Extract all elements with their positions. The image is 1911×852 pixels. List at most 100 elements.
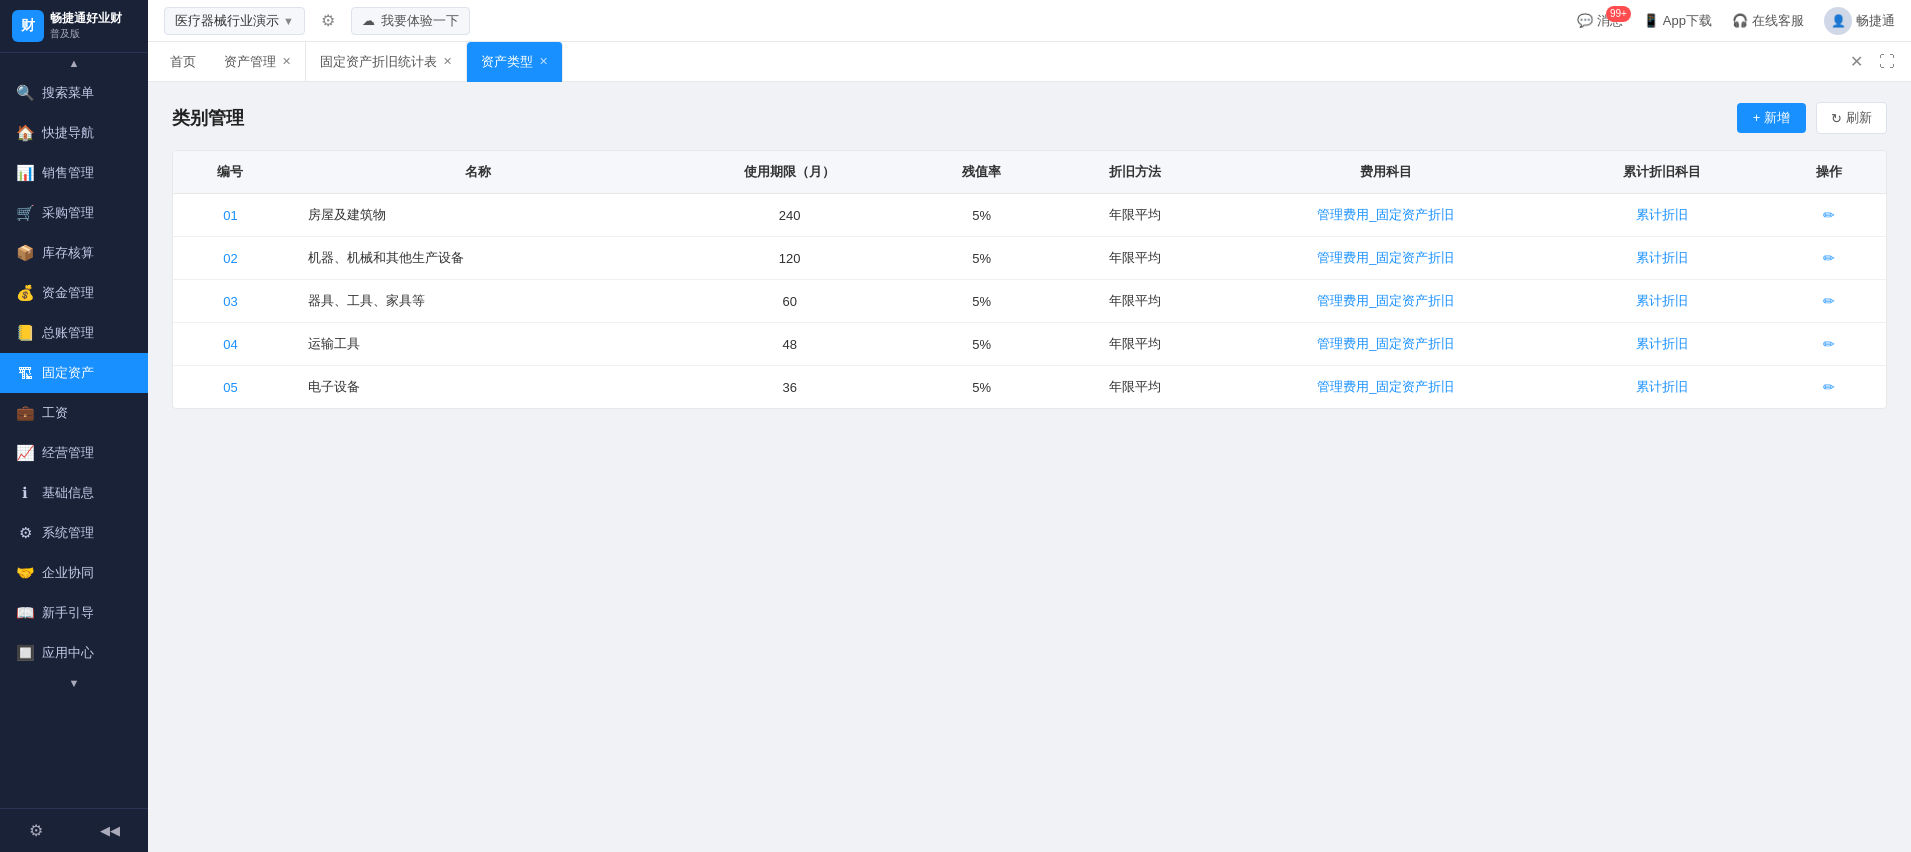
sidebar-item-label: 经营管理: [42, 444, 94, 462]
cell-accumulated: 累计折旧: [1553, 366, 1771, 409]
operations-icon: 📈: [16, 444, 34, 462]
col-name: 名称: [288, 151, 668, 194]
user-label: 畅捷通: [1856, 12, 1895, 30]
logo-main-text: 畅捷通好业财: [50, 11, 122, 27]
tab-fixed-asset-depreciation[interactable]: 固定资产折旧统计表 ✕: [306, 42, 467, 82]
sidebar-item-label: 基础信息: [42, 484, 94, 502]
sidebar-item-enterprise[interactable]: 🤝 企业协同: [0, 553, 148, 593]
refresh-button[interactable]: ↻ 刷新: [1816, 102, 1887, 134]
content-area: 类别管理 + 新增 ↻ 刷新 编号 名称 使用期限（月） 残值率 折旧方法: [148, 82, 1911, 852]
cell-action: ✏: [1771, 323, 1886, 366]
new-button[interactable]: + 新增: [1737, 103, 1806, 133]
experience-label: 我要体验一下: [381, 12, 459, 30]
sidebar-item-payroll[interactable]: 💼 工资: [0, 393, 148, 433]
search-icon: 🔍: [16, 84, 34, 102]
sidebar-item-ledger[interactable]: 📒 总账管理: [0, 313, 148, 353]
cloud-icon: ☁: [362, 13, 375, 28]
tab-fixed-asset-depreciation-label: 固定资产折旧统计表: [320, 53, 437, 71]
sidebar-item-fixed-assets[interactable]: 🏗 固定资产: [0, 353, 148, 393]
sidebar-item-inventory[interactable]: 📦 库存核算: [0, 233, 148, 273]
sales-icon: 📊: [16, 164, 34, 182]
edit-icon[interactable]: ✏: [1823, 293, 1835, 309]
cell-period: 48: [668, 323, 912, 366]
sidebar-bottom: ⚙ ◀◀: [0, 808, 148, 852]
cell-residual: 5%: [911, 323, 1052, 366]
tab-fixed-asset-depreciation-close-icon[interactable]: ✕: [443, 55, 452, 68]
sidebar-item-label: 工资: [42, 404, 68, 422]
customer-service-button[interactable]: 🎧 在线客服: [1732, 12, 1804, 30]
topbar-right: 💬 消息 99+ 📱 App下载 🎧 在线客服 👤 畅捷通: [1577, 7, 1895, 35]
page-header: 类别管理 + 新增 ↻ 刷新: [172, 102, 1887, 134]
sidebar-item-system[interactable]: ⚙ 系统管理: [0, 513, 148, 553]
experience-button[interactable]: ☁ 我要体验一下: [351, 7, 470, 35]
main-area: 医疗器械行业演示 ▼ ⚙ ☁ 我要体验一下 💬 消息 99+ 📱 App下载 🎧…: [148, 0, 1911, 852]
cell-expense: 管理费用_固定资产折旧: [1218, 366, 1553, 409]
funds-icon: 💰: [16, 284, 34, 302]
home-icon: 🏠: [16, 124, 34, 142]
col-action: 操作: [1771, 151, 1886, 194]
messages-button[interactable]: 💬 消息 99+: [1577, 12, 1623, 30]
cell-id: 05: [173, 366, 288, 409]
sidebar-item-app-center[interactable]: 🔲 应用中心: [0, 633, 148, 673]
tab-asset-type[interactable]: 资产类型 ✕: [467, 42, 563, 82]
topbar: 医疗器械行业演示 ▼ ⚙ ☁ 我要体验一下 💬 消息 99+ 📱 App下载 🎧…: [148, 0, 1911, 42]
sidebar-item-label: 系统管理: [42, 524, 94, 542]
basic-info-icon: ℹ: [16, 484, 34, 502]
table-row: 03 器具、工具、家具等 60 5% 年限平均 管理费用_固定资产折旧 累计折旧…: [173, 280, 1886, 323]
sidebar-item-basic-info[interactable]: ℹ 基础信息: [0, 473, 148, 513]
cell-period: 120: [668, 237, 912, 280]
tab-asset-management-label: 资产管理: [224, 53, 276, 71]
cell-period: 60: [668, 280, 912, 323]
cell-accumulated: 累计折旧: [1553, 323, 1771, 366]
logo-icon: 财: [12, 10, 44, 42]
sidebar-item-sales[interactable]: 📊 销售管理: [0, 153, 148, 193]
sidebar-item-label: 销售管理: [42, 164, 94, 182]
edit-icon[interactable]: ✏: [1823, 336, 1835, 352]
sidebar-item-search[interactable]: 🔍 搜索菜单: [0, 73, 148, 113]
tab-home-label: 首页: [170, 53, 196, 71]
cell-method: 年限平均: [1052, 323, 1218, 366]
fixed-assets-icon: 🏗: [16, 365, 34, 382]
sidebar-item-label: 快捷导航: [42, 124, 94, 142]
tab-expand-button[interactable]: ⛶: [1875, 51, 1899, 73]
customer-service-label: 在线客服: [1752, 12, 1804, 30]
enterprise-icon: 🤝: [16, 564, 34, 582]
table: 编号 名称 使用期限（月） 残值率 折旧方法 费用科目 累计折旧科目 操作 01…: [173, 151, 1886, 408]
sidebar-item-label: 库存核算: [42, 244, 94, 262]
app-download-button[interactable]: 📱 App下载: [1643, 12, 1712, 30]
tabs-right-actions: ✕ ⛶: [1846, 50, 1911, 73]
cell-method: 年限平均: [1052, 194, 1218, 237]
cell-method: 年限平均: [1052, 366, 1218, 409]
tab-home[interactable]: 首页: [156, 42, 210, 82]
tab-asset-type-label: 资产类型: [481, 53, 533, 71]
cell-accumulated: 累计折旧: [1553, 237, 1771, 280]
tab-asset-type-close-icon[interactable]: ✕: [539, 55, 548, 68]
collapse-button[interactable]: ◀◀: [92, 819, 128, 842]
tab-close-button[interactable]: ✕: [1846, 50, 1867, 73]
settings-bottom-button[interactable]: ⚙: [21, 817, 51, 844]
tab-asset-management-close-icon[interactable]: ✕: [282, 55, 291, 68]
download-icon: 📱: [1643, 13, 1659, 28]
edit-icon[interactable]: ✏: [1823, 207, 1835, 223]
sidebar-item-quick-nav[interactable]: 🏠 快捷导航: [0, 113, 148, 153]
sidebar-item-funds[interactable]: 💰 资金管理: [0, 273, 148, 313]
tab-asset-management[interactable]: 资产管理 ✕: [210, 42, 306, 82]
sidebar-item-purchase[interactable]: 🛒 采购管理: [0, 193, 148, 233]
col-residual: 残值率: [911, 151, 1052, 194]
company-selector[interactable]: 医疗器械行业演示 ▼: [164, 7, 305, 35]
scroll-up-arrow[interactable]: ▲: [0, 53, 148, 73]
avatar-icon: 👤: [1831, 14, 1846, 28]
col-accumulated: 累计折旧科目: [1553, 151, 1771, 194]
edit-icon[interactable]: ✏: [1823, 250, 1835, 266]
messages-badge: 99+: [1606, 6, 1631, 22]
sidebar-item-operations[interactable]: 📈 经营管理: [0, 433, 148, 473]
edit-icon[interactable]: ✏: [1823, 379, 1835, 395]
sidebar-nav: ▲ 🔍 搜索菜单 🏠 快捷导航 📊 销售管理 🛒 采购管理 📦 库存核算 💰 资…: [0, 53, 148, 808]
table-header: 编号 名称 使用期限（月） 残值率 折旧方法 费用科目 累计折旧科目 操作: [173, 151, 1886, 194]
scroll-down-arrow[interactable]: ▼: [0, 673, 148, 693]
sidebar-item-label: 固定资产: [42, 364, 94, 382]
sidebar-item-guide[interactable]: 📖 新手引导: [0, 593, 148, 633]
cell-expense: 管理费用_固定资产折旧: [1218, 280, 1553, 323]
topbar-gear-icon[interactable]: ⚙: [317, 7, 339, 34]
user-profile-button[interactable]: 👤 畅捷通: [1824, 7, 1895, 35]
